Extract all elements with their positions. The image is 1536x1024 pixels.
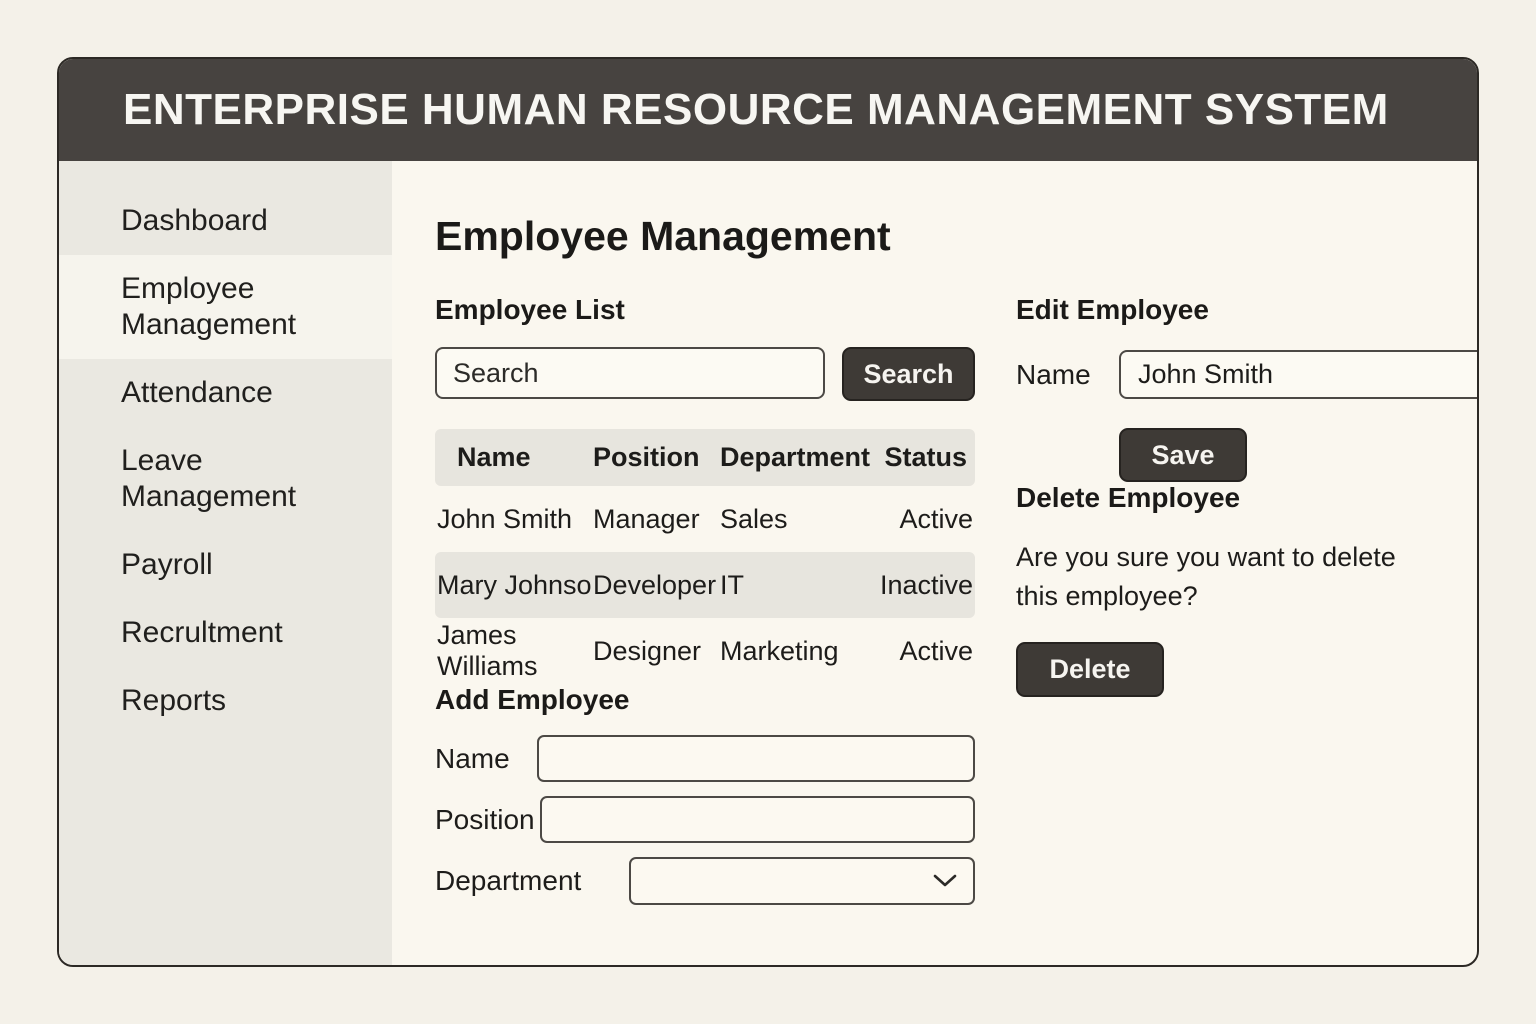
main-content: Employee Management Employee List Search… <box>392 161 1477 965</box>
cell-department: Sales <box>720 503 788 534</box>
search-button[interactable]: Search <box>842 347 975 401</box>
add-name-row: Name <box>435 735 975 782</box>
add-department-row: Department <box>435 857 975 905</box>
cell-status: Inactive <box>880 569 974 600</box>
add-employee-title: Add Employee <box>435 684 630 715</box>
sidebar: Dashboard Employee Management Attendance… <box>59 161 392 965</box>
sidebar-item-recruitment[interactable]: Recrultment <box>59 599 392 667</box>
add-department-label: Department <box>435 865 582 896</box>
table-header-position: Position <box>593 442 700 472</box>
edit-employee-title: Edit Employee <box>1016 294 1209 325</box>
cell-name: Mary Johnso <box>437 569 592 600</box>
add-name-input[interactable] <box>537 735 975 782</box>
edit-name-row: Name <box>1016 350 1477 399</box>
sidebar-item-leave-management[interactable]: Leave Management <box>59 427 392 531</box>
search-row: Search <box>435 347 975 401</box>
cell-name: James Williams <box>437 620 538 681</box>
cell-position: Manager <box>593 503 700 534</box>
app-body: Dashboard Employee Management Attendance… <box>59 161 1477 965</box>
edit-delete-section: Edit Employee Name Save Delete Employee … <box>1016 294 1477 905</box>
table-header-row: Name Position Department Status <box>435 429 975 486</box>
delete-employee-title: Delete Employee <box>1016 482 1241 513</box>
add-name-label: Name <box>435 742 510 774</box>
app-title: ENTERPRISE HUMAN RESOURCE MANAGEMENT SYS… <box>123 85 1389 134</box>
chevron-down-icon <box>933 874 957 887</box>
sidebar-item-payroll[interactable]: Payroll <box>59 531 392 599</box>
table-row[interactable]: Mary Johnso Developer IT Inactive <box>435 552 975 618</box>
search-input[interactable] <box>435 347 825 399</box>
cell-department: IT <box>720 569 744 600</box>
page-title: Employee Management <box>435 213 891 259</box>
employee-table: Name Position Department Status John Smi… <box>435 429 975 684</box>
cell-status: Active <box>899 503 973 534</box>
titlebar: ENTERPRISE HUMAN RESOURCE MANAGEMENT SYS… <box>59 59 1477 161</box>
add-position-row: Position <box>435 796 975 843</box>
sidebar-item-dashboard[interactable]: Dashboard <box>59 187 392 255</box>
table-row[interactable]: John Smith Manager Sales Active <box>435 486 975 552</box>
employee-list-section: Employee List Search Name Position Depar… <box>435 294 975 905</box>
edit-name-label: Name <box>1016 358 1091 390</box>
add-department-select[interactable] <box>629 857 975 905</box>
delete-button[interactable]: Delete <box>1016 642 1164 697</box>
table-header-department: Department <box>720 442 871 472</box>
cell-department: Marketing <box>720 635 839 666</box>
add-position-input[interactable] <box>540 796 975 843</box>
cell-status: Active <box>899 635 973 666</box>
add-position-label: Position <box>435 803 535 835</box>
app-window: ENTERPRISE HUMAN RESOURCE MANAGEMENT SYS… <box>57 57 1479 967</box>
sidebar-item-attendance[interactable]: Attendance <box>59 359 392 427</box>
edit-name-input[interactable] <box>1119 350 1477 399</box>
cell-position: Designer <box>593 635 702 666</box>
delete-confirm-text: Are you sure you want to delete this emp… <box>1016 542 1396 611</box>
table-row[interactable]: James Williams Designer Marketing Active <box>435 618 975 684</box>
cell-position: Developer <box>593 569 717 600</box>
table-header-status: Status <box>884 442 967 472</box>
content-columns: Employee List Search Name Position Depar… <box>435 294 1477 905</box>
employee-list-title: Employee List <box>435 294 625 325</box>
save-button[interactable]: Save <box>1119 428 1247 482</box>
sidebar-item-employee-management[interactable]: Employee Management <box>59 255 392 359</box>
cell-name: John Smith <box>437 503 573 534</box>
sidebar-item-reports[interactable]: Reports <box>59 667 392 735</box>
table-header-name: Name <box>457 442 531 472</box>
